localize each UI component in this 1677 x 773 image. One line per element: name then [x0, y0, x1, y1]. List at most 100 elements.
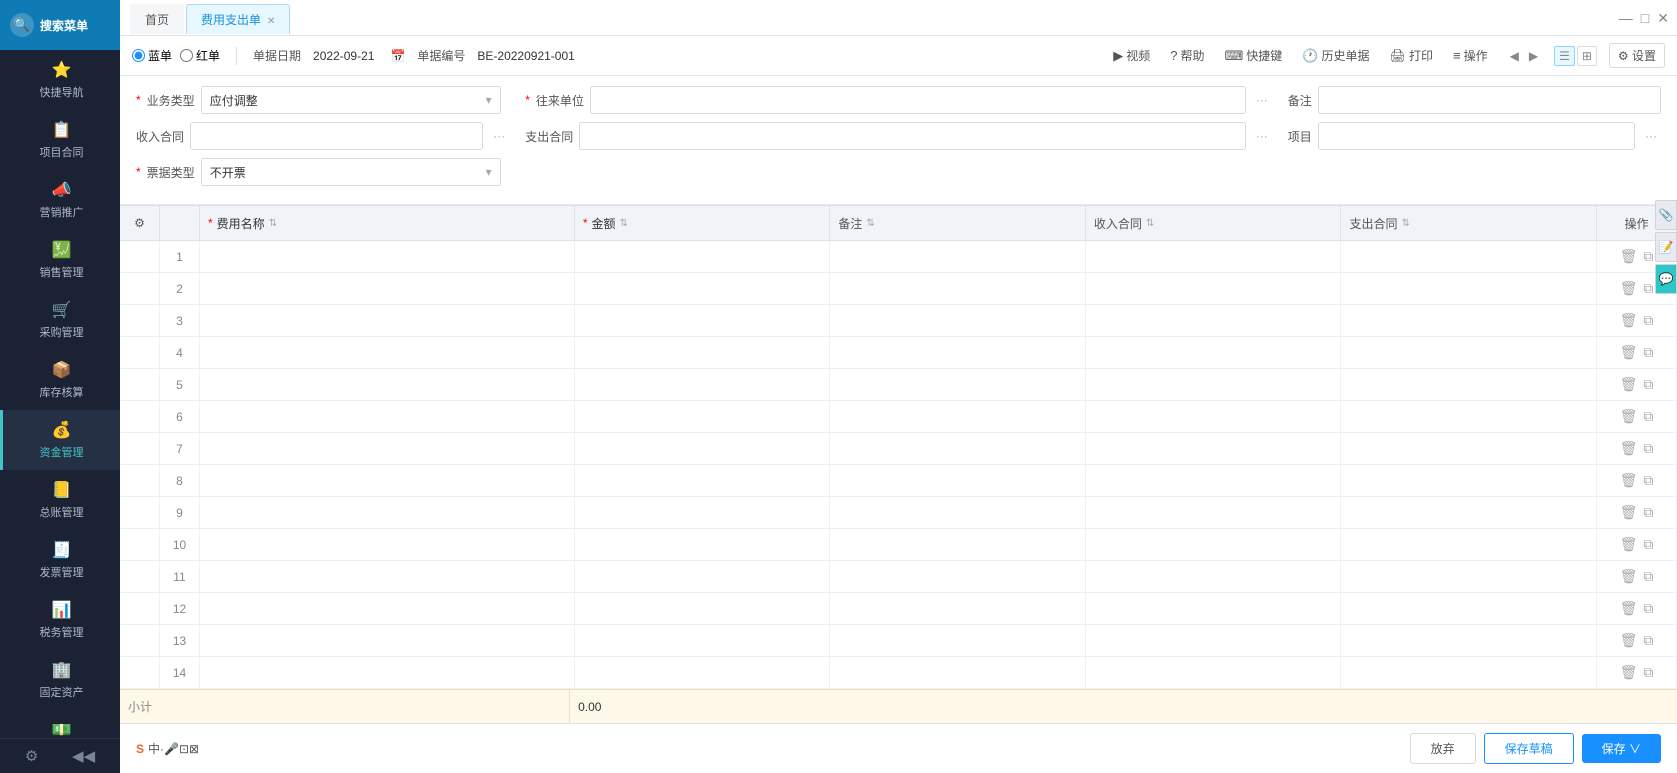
copy-icon-10[interactable]: ⧉: [1643, 536, 1653, 553]
toolbar-btn-print[interactable]: 🖨打印: [1383, 45, 1439, 66]
toolbar-btn-history[interactable]: 🕐历史单据: [1296, 45, 1375, 66]
toolbar-btn-operate[interactable]: ≡操作: [1447, 45, 1494, 66]
delete-icon-7[interactable]: 🗑: [1620, 440, 1638, 457]
td-note-11[interactable]: [830, 561, 1086, 592]
td-note-5[interactable]: [830, 369, 1086, 400]
sidebar-item-purchase[interactable]: 🛒 采购管理: [0, 290, 120, 350]
abandon-button[interactable]: 放弃: [1410, 733, 1476, 764]
income-contract-dots[interactable]: ···: [489, 129, 509, 143]
td-amount-6[interactable]: [575, 401, 831, 432]
td-expense-contract-10[interactable]: [1341, 529, 1597, 560]
td-income-11[interactable]: [1086, 561, 1342, 592]
td-expense-2[interactable]: [200, 273, 575, 304]
invoice-type-input[interactable]: 不开票 ▾: [201, 158, 501, 186]
delete-icon-10[interactable]: 🗑: [1620, 536, 1638, 553]
td-income-12[interactable]: [1086, 593, 1342, 624]
project-input[interactable]: [1318, 122, 1635, 150]
copy-icon-4[interactable]: ⧉: [1643, 344, 1653, 361]
save-button[interactable]: 保存 ∨: [1582, 734, 1661, 763]
td-expense-12[interactable]: [200, 593, 575, 624]
td-expense-contract-9[interactable]: [1341, 497, 1597, 528]
td-note-2[interactable]: [830, 273, 1086, 304]
td-expense-contract-8[interactable]: [1341, 465, 1597, 496]
expense-contract-dots[interactable]: ···: [1252, 129, 1272, 143]
prev-arrow[interactable]: ◀: [1506, 47, 1523, 65]
td-amount-8[interactable]: [575, 465, 831, 496]
sidebar-item-ledger[interactable]: 📒 总账管理: [0, 470, 120, 530]
delete-icon-11[interactable]: 🗑: [1620, 568, 1638, 585]
td-expense-5[interactable]: [200, 369, 575, 400]
td-income-9[interactable]: [1086, 497, 1342, 528]
td-expense-1[interactable]: [200, 241, 575, 272]
delete-icon-8[interactable]: 🗑: [1620, 472, 1638, 489]
delete-icon-13[interactable]: 🗑: [1620, 632, 1638, 649]
td-note-1[interactable]: [830, 241, 1086, 272]
td-expense-contract-1[interactable]: [1341, 241, 1597, 272]
td-income-1[interactable]: [1086, 241, 1342, 272]
td-income-14[interactable]: [1086, 657, 1342, 688]
td-income-2[interactable]: [1086, 273, 1342, 304]
td-note-3[interactable]: [830, 305, 1086, 336]
td-amount-1[interactable]: [575, 241, 831, 272]
td-amount-2[interactable]: [575, 273, 831, 304]
td-expense-3[interactable]: [200, 305, 575, 336]
grid-btn-list[interactable]: ☰: [1554, 46, 1575, 66]
td-expense-13[interactable]: [200, 625, 575, 656]
delete-icon-14[interactable]: 🗑: [1620, 664, 1638, 681]
radio-blue-label[interactable]: 蓝单: [132, 47, 172, 64]
close-button[interactable]: ✕: [1657, 10, 1669, 27]
delete-icon-2[interactable]: 🗑: [1620, 280, 1638, 297]
td-amount-3[interactable]: [575, 305, 831, 336]
note-sort[interactable]: ⇅: [866, 218, 874, 229]
income-sort[interactable]: ⇅: [1146, 218, 1154, 229]
td-expense-contract-13[interactable]: [1341, 625, 1597, 656]
td-amount-13[interactable]: [575, 625, 831, 656]
minimize-button[interactable]: —: [1619, 10, 1633, 26]
maximize-button[interactable]: □: [1641, 10, 1649, 26]
td-expense-contract-5[interactable]: [1341, 369, 1597, 400]
copy-icon-1[interactable]: ⧉: [1643, 248, 1653, 265]
td-expense-contract-2[interactable]: [1341, 273, 1597, 304]
delete-icon-5[interactable]: 🗑: [1620, 376, 1638, 393]
copy-icon-9[interactable]: ⧉: [1643, 504, 1653, 521]
attachment-widget[interactable]: 📎: [1655, 200, 1677, 230]
radio-red[interactable]: [180, 49, 193, 62]
td-expense-11[interactable]: [200, 561, 575, 592]
counterparty-dots[interactable]: ···: [1252, 93, 1272, 107]
toolbar-btn-shortcut[interactable]: ⌨快捷键: [1218, 45, 1288, 66]
toolbar-btn-video[interactable]: ▶视频: [1107, 45, 1156, 66]
td-expense-9[interactable]: [200, 497, 575, 528]
settings-icon[interactable]: ⚙: [25, 747, 38, 765]
copy-icon-3[interactable]: ⧉: [1643, 312, 1653, 329]
td-amount-9[interactable]: [575, 497, 831, 528]
td-note-12[interactable]: [830, 593, 1086, 624]
td-income-6[interactable]: [1086, 401, 1342, 432]
td-note-13[interactable]: [830, 625, 1086, 656]
td-amount-14[interactable]: [575, 657, 831, 688]
copy-icon-6[interactable]: ⧉: [1643, 408, 1653, 425]
td-expense-contract-7[interactable]: [1341, 433, 1597, 464]
project-dots[interactable]: ···: [1641, 129, 1661, 143]
sidebar-item-invoice[interactable]: 🧾 发票管理: [0, 530, 120, 590]
tab-expense-form[interactable]: 费用支出单✕: [186, 4, 290, 34]
delete-icon-9[interactable]: 🗑: [1620, 504, 1638, 521]
sidebar-header[interactable]: 🔍 搜索菜单: [0, 0, 120, 50]
sidebar-item-sales[interactable]: 💹 销售管理: [0, 230, 120, 290]
sidebar-item-tax[interactable]: 📊 税务管理: [0, 590, 120, 650]
td-income-7[interactable]: [1086, 433, 1342, 464]
td-note-14[interactable]: [830, 657, 1086, 688]
td-amount-10[interactable]: [575, 529, 831, 560]
td-expense-10[interactable]: [200, 529, 575, 560]
delete-icon-3[interactable]: 🗑: [1620, 312, 1638, 329]
expense-name-sort[interactable]: ⇅: [269, 218, 277, 229]
toolbar-btn-help[interactable]: ?帮助: [1164, 45, 1210, 66]
sidebar-item-project-contract[interactable]: 📋 项目合同: [0, 110, 120, 170]
td-expense-8[interactable]: [200, 465, 575, 496]
td-amount-12[interactable]: [575, 593, 831, 624]
td-expense-contract-3[interactable]: [1341, 305, 1597, 336]
tab-close-expense-form[interactable]: ✕: [267, 16, 275, 27]
td-note-4[interactable]: [830, 337, 1086, 368]
amount-sort[interactable]: ⇅: [620, 218, 628, 229]
td-amount-5[interactable]: [575, 369, 831, 400]
delete-icon-4[interactable]: 🗑: [1620, 344, 1638, 361]
